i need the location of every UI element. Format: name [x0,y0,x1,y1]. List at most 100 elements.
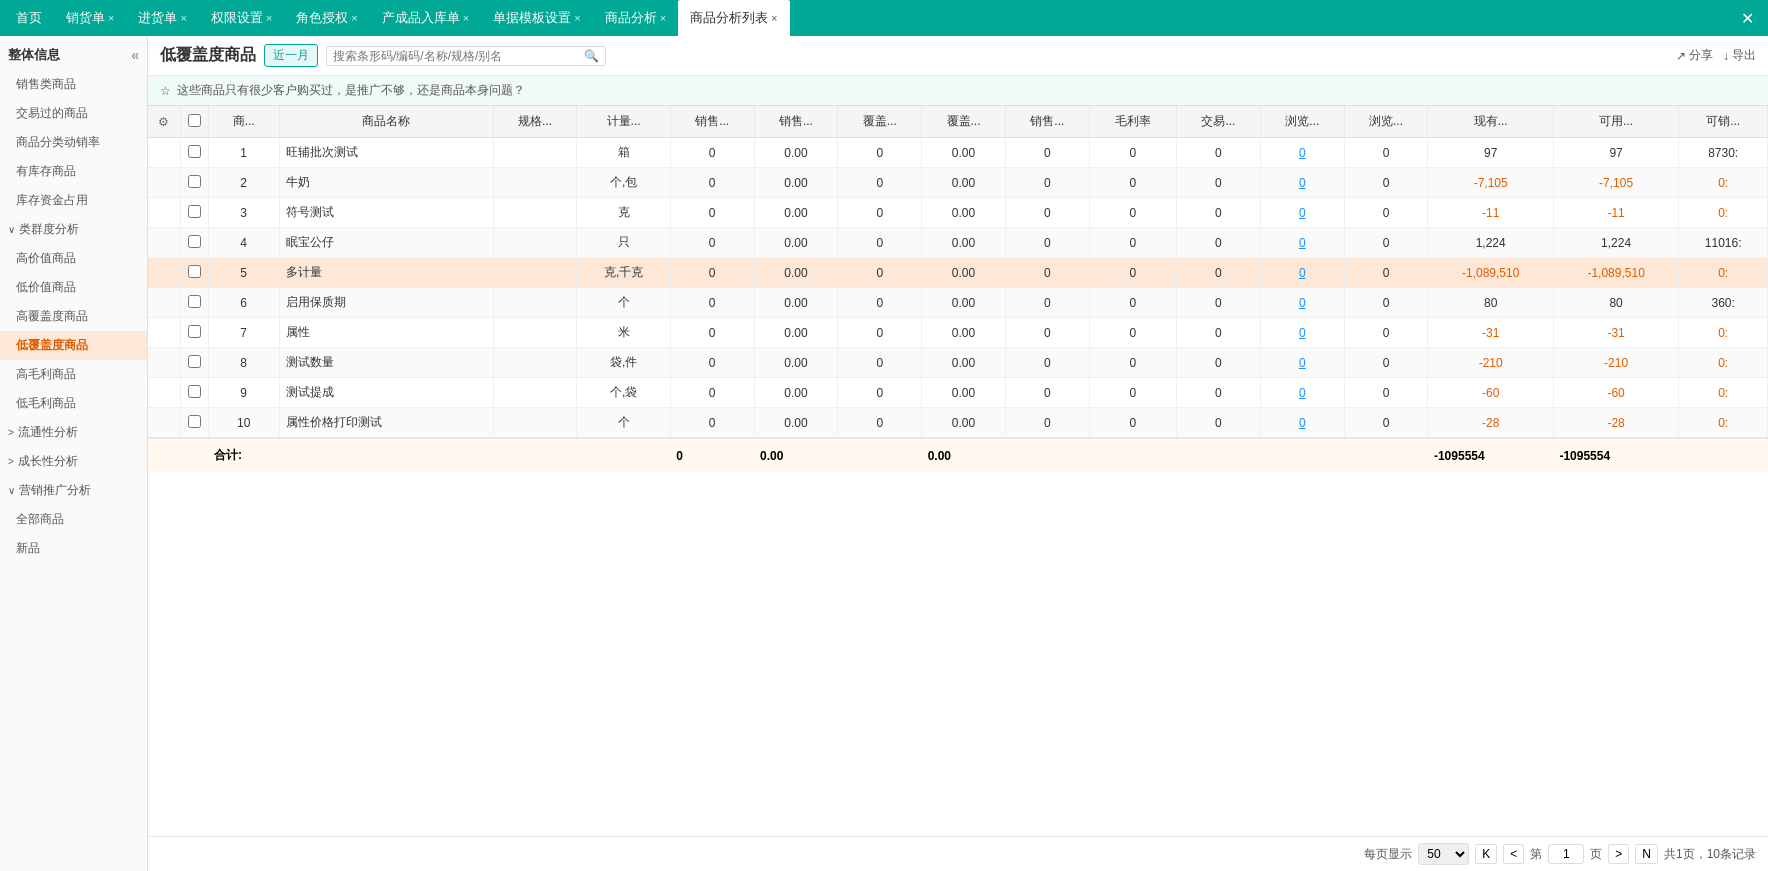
row-current: -31 [1428,318,1553,348]
total-name [279,438,493,472]
row-checkbox[interactable] [188,205,201,218]
page-unit: 页 [1590,846,1602,863]
sidebar-item-category-rate[interactable]: 商品分类动销率 [0,128,147,157]
nav-close-sales[interactable]: × [108,12,114,24]
row-checkbox[interactable] [188,415,201,428]
sidebar-item-low-value[interactable]: 低价值商品 [0,273,147,302]
sidebar-collapse-btn[interactable]: « [131,47,139,63]
row-grossrate: 0 [1089,228,1176,258]
sidebar-item-high-value[interactable]: 高价值商品 [0,244,147,273]
date-filter-button[interactable]: 近一月 [264,44,318,67]
total-sellable [1679,438,1768,472]
nav-analysis[interactable]: 商品分析 × [593,0,678,36]
row-checkbox-cell [180,228,208,258]
row-checkbox[interactable] [188,235,201,248]
sidebar-item-new-goods[interactable]: 新品 [0,534,147,563]
search-icon[interactable]: 🔍 [584,49,599,63]
nav-sales[interactable]: 销货单 × [54,0,126,36]
nav-roles[interactable]: 角色授权 × [284,0,369,36]
row-available: 80 [1553,288,1678,318]
row-checkbox[interactable] [188,325,201,338]
nav-close-production[interactable]: × [463,12,469,24]
row-browse2: 0 [1344,348,1428,378]
nav-template[interactable]: 单据模板设置 × [481,0,592,36]
settings-col-header[interactable]: ⚙ [148,106,180,138]
last-page-button[interactable]: N [1635,844,1658,864]
sidebar-item-sales-goods[interactable]: 销售类商品 [0,70,147,99]
total-browse1 [1260,438,1344,472]
sales2-col-header: 销售... [754,106,838,138]
window-close-button[interactable]: ✕ [1731,9,1764,28]
checkbox-col-header [180,106,208,138]
nav-permissions[interactable]: 权限设置 × [199,0,284,36]
row-name: 启用保质期 [279,288,493,318]
row-checkbox[interactable] [188,265,201,278]
nav-close-roles[interactable]: × [351,12,357,24]
sidebar-item-low-margin[interactable]: 低毛利商品 [0,389,147,418]
sidebar-section-liquidity[interactable]: > 流通性分析 [0,418,147,447]
nav-close-template[interactable]: × [574,12,580,24]
sidebar-section-marketing[interactable]: ∨ 营销推广分析 [0,476,147,505]
row-grossrate: 0 [1089,258,1176,288]
sidebar-item-high-coverage[interactable]: 高覆盖度商品 [0,302,147,331]
row-no: 9 [208,378,279,408]
row-available: -11 [1553,198,1678,228]
info-banner: ☆ 这些商品只有很少客户购买过，是推广不够，还是商品本身问题？ [148,76,1768,106]
table-header-row: ⚙ 商... 商品名称 规格... 计量... 销售... 销售... 覆盖..… [148,106,1768,138]
sidebar-item-traded-goods[interactable]: 交易过的商品 [0,99,147,128]
row-spec [493,258,577,288]
table-row: 10 属性价格打印测试 个 0 0.00 0 0.00 0 0 0 0 0 -2… [148,408,1768,439]
sidebar-item-all-goods[interactable]: 全部商品 [0,505,147,534]
row-spec [493,198,577,228]
row-spec [493,288,577,318]
sidebar-item-stock-capital[interactable]: 库存资金占用 [0,186,147,215]
row-checkbox-cell [180,138,208,168]
page-size-select[interactable]: 10 20 50 100 [1418,843,1469,865]
row-cover1: 0 [838,198,922,228]
nav-production[interactable]: 产成品入库单 × [370,0,481,36]
row-cover1: 0 [838,288,922,318]
row-sales2: 0.00 [754,258,838,288]
nav-close-analysis[interactable]: × [660,12,666,24]
nav-analysis-list[interactable]: 商品分析列表 × [678,0,789,36]
nav-close-analysis-list[interactable]: × [771,12,777,24]
sidebar-item-in-stock[interactable]: 有库存商品 [0,157,147,186]
sidebar-section-cluster[interactable]: ∨ 类群度分析 [0,215,147,244]
nav-home[interactable]: 首页 [4,0,54,36]
row-current: 80 [1428,288,1553,318]
nav-close-purchase[interactable]: × [180,12,186,24]
share-button[interactable]: ↗ 分享 [1676,47,1713,64]
export-button[interactable]: ↓ 导出 [1723,47,1756,64]
row-no: 1 [208,138,279,168]
next-page-button[interactable]: > [1608,844,1629,864]
first-page-button[interactable]: K [1475,844,1497,864]
select-all-checkbox[interactable] [188,114,201,127]
page-number-input[interactable] [1548,844,1584,864]
row-checkbox[interactable] [188,355,201,368]
settings-icon[interactable]: ⚙ [158,115,169,129]
sidebar-item-low-coverage[interactable]: 低覆盖度商品 [0,331,147,360]
sidebar-section-growth[interactable]: > 成长性分析 [0,447,147,476]
top-nav: 首页 销货单 × 进货单 × 权限设置 × 角色授权 × 产成品入库单 × 单据… [0,0,1768,36]
row-sellable: 8730: [1679,138,1768,168]
row-checkbox[interactable] [188,145,201,158]
data-table: ⚙ 商... 商品名称 规格... 计量... 销售... 销售... 覆盖..… [148,106,1768,472]
search-input[interactable] [333,49,584,63]
available-col-header: 可用... [1553,106,1678,138]
sidebar: 整体信息 « 销售类商品 交易过的商品 商品分类动销率 有库存商品 库存资金占用… [0,36,148,871]
nav-close-permissions[interactable]: × [266,12,272,24]
row-cover2: 0.00 [922,258,1006,288]
row-spec [493,228,577,258]
row-checkbox[interactable] [188,385,201,398]
row-checkbox[interactable] [188,295,201,308]
row-browse2: 0 [1344,318,1428,348]
row-grossrate: 0 [1089,138,1176,168]
row-checkbox[interactable] [188,175,201,188]
row-spec [493,378,577,408]
nav-purchase[interactable]: 进货单 × [126,0,198,36]
sidebar-item-high-margin[interactable]: 高毛利商品 [0,360,147,389]
prev-page-button[interactable]: < [1503,844,1524,864]
search-box: 🔍 [326,46,606,66]
row-sales3: 0 [1005,318,1089,348]
row-available: -28 [1553,408,1678,439]
